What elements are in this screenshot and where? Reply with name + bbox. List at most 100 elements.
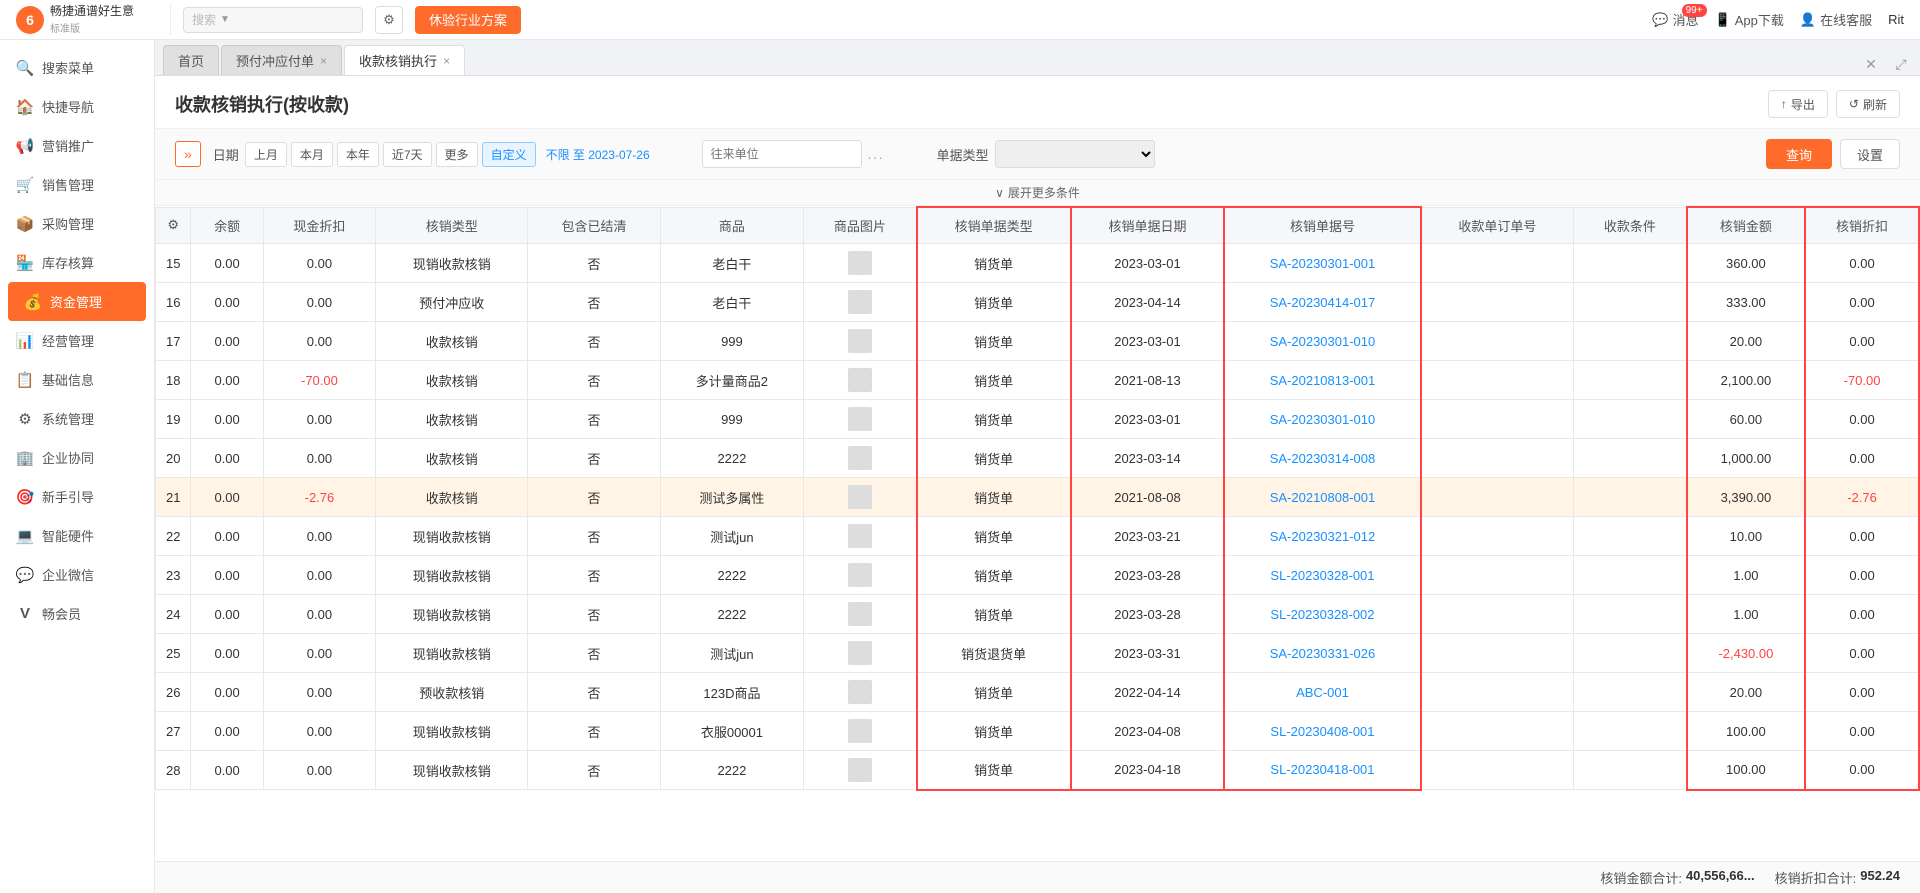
sidebar-label-enterprise: 企业协同 xyxy=(42,448,94,467)
sidebar-label-base: 基础信息 xyxy=(42,370,94,389)
sidebar-item-base[interactable]: 📋 基础信息 xyxy=(0,360,154,399)
user-name[interactable]: Rit xyxy=(1888,12,1904,27)
bill-no-link[interactable]: SL-20230328-002 xyxy=(1270,607,1374,622)
tab-writeoff-close[interactable]: × xyxy=(443,54,450,68)
date-btn-custom[interactable]: 自定义 xyxy=(482,142,536,167)
col-header-receipt-condition: 收款条件 xyxy=(1574,207,1687,244)
bill-no-link[interactable]: SA-20230301-010 xyxy=(1270,334,1376,349)
chevron-down-icon: ∨ xyxy=(995,186,1004,200)
bill-no-link[interactable]: SL-20230328-001 xyxy=(1270,568,1374,583)
sidebar-item-quicknav[interactable]: 🏠 快捷导航 xyxy=(0,87,154,126)
sidebar-item-finance[interactable]: 💰 资金管理 xyxy=(8,282,146,321)
date-btn-7days[interactable]: 近7天 xyxy=(383,142,432,167)
sidebar-item-operations[interactable]: 📊 经营管理 xyxy=(0,321,154,360)
bill-no-link[interactable]: SA-20230314-008 xyxy=(1270,451,1376,466)
bill-no-link[interactable]: SA-20230414-017 xyxy=(1270,295,1376,310)
tab-writeoff[interactable]: 收款核销执行 × xyxy=(344,45,465,75)
writeoff-discount-cell: 0.00 xyxy=(1805,439,1919,478)
bill-type-filter-section: 单据类型 xyxy=(936,140,1154,168)
sidebar-label-system: 系统管理 xyxy=(42,409,94,428)
bill-no-link[interactable]: SA-20230331-026 xyxy=(1270,646,1376,661)
sidebar-item-guide[interactable]: 🎯 新手引导 xyxy=(0,477,154,516)
table-row: 190.000.00收款核销否999销货单2023-03-01SA-202303… xyxy=(156,400,1920,439)
online-service-item[interactable]: 👤 在线客服 xyxy=(1800,10,1872,29)
counterpart-filter-section: ... xyxy=(702,140,885,168)
close-window-btn[interactable]: ✕ xyxy=(1860,53,1882,75)
settings-icon-btn[interactable]: ⚙ xyxy=(375,6,403,34)
table-row: 270.000.00现销收款核销否衣服00001销货单2023-04-08SL-… xyxy=(156,712,1920,751)
wechat-icon: 💬 xyxy=(16,566,34,584)
search-icon: 🔍 xyxy=(16,59,34,77)
bill-no-link[interactable]: ABC-001 xyxy=(1296,685,1349,700)
sidebar-label-wechat: 企业微信 xyxy=(42,565,94,584)
app-download-item[interactable]: 📱 App下载 xyxy=(1715,10,1784,29)
industry-solution-button[interactable]: 休验行业方案 xyxy=(415,6,521,34)
tab-prepay[interactable]: 预付冲应付单 × xyxy=(221,45,342,75)
writeoff-discount-cell: -2.76 xyxy=(1805,478,1919,517)
bill-no-link[interactable]: SL-20230418-001 xyxy=(1270,762,1374,777)
search-bar[interactable]: 搜索 ▼ xyxy=(183,7,363,33)
top-bar: 6 畅捷通谱好生意 标准版 搜索 ▼ ⚙ 休验行业方案 💬 消息 99+ 📱 A… xyxy=(0,0,1920,40)
bill-no-link[interactable]: SA-20210813-001 xyxy=(1270,373,1376,388)
total-discount-label: 核销折扣合计: xyxy=(1775,868,1857,887)
bill-no-link[interactable]: SL-20230408-001 xyxy=(1270,724,1374,739)
top-bar-right: 💬 消息 99+ 📱 App下载 👤 在线客服 Rit xyxy=(1652,10,1904,29)
bill-no-link[interactable]: SA-20230301-001 xyxy=(1270,256,1376,271)
col-header-include-settled: 包含已结清 xyxy=(528,207,660,244)
sidebar-item-system[interactable]: ⚙ 系统管理 xyxy=(0,399,154,438)
tab-prepay-close[interactable]: × xyxy=(320,54,327,68)
tab-writeoff-label: 收款核销执行 xyxy=(359,51,437,70)
total-discount-item: 核销折扣合计: 952.24 xyxy=(1775,868,1900,887)
filter-settings-button[interactable]: 设置 xyxy=(1840,139,1900,169)
refresh-button[interactable]: ↺ 刷新 xyxy=(1836,90,1900,118)
bill-no-link[interactable]: SA-20210808-001 xyxy=(1270,490,1376,505)
sidebar-item-enterprise[interactable]: 🏢 企业协同 xyxy=(0,438,154,477)
expand-more-button[interactable]: ∨ 展开更多条件 xyxy=(995,184,1080,201)
date-btn-last-month[interactable]: 上月 xyxy=(245,142,287,167)
date-btn-this-month[interactable]: 本月 xyxy=(291,142,333,167)
operations-icon: 📊 xyxy=(16,332,34,350)
refresh-icon: ↺ xyxy=(1849,97,1859,111)
writeoff-amount-cell: 20.00 xyxy=(1687,673,1805,712)
sidebar: 🔍 搜索菜单 🏠 快捷导航 📢 营销推广 🛒 销售管理 📦 采购管理 🏪 库存核… xyxy=(0,40,155,893)
col-header-goods: 商品 xyxy=(660,207,803,244)
table-row: 210.00-2.76收款核销否测试多属性销货单2021-08-08SA-202… xyxy=(156,478,1920,517)
date-btn-this-year[interactable]: 本年 xyxy=(337,142,379,167)
export-button[interactable]: ↑ 导出 xyxy=(1768,90,1828,118)
writeoff-amount-cell: -2,430.00 xyxy=(1687,634,1805,673)
sidebar-item-inventory[interactable]: 🏪 库存核算 xyxy=(0,243,154,282)
sidebar-item-search[interactable]: 🔍 搜索菜单 xyxy=(0,48,154,87)
counterpart-dots[interactable]: ... xyxy=(868,147,885,162)
date-btn-more[interactable]: 更多 xyxy=(436,142,478,167)
bill-type-select[interactable] xyxy=(995,140,1155,168)
table-row: 180.00-70.00收款核销否多计量商品2销货单2021-08-13SA-2… xyxy=(156,361,1920,400)
system-icon: ⚙ xyxy=(16,410,34,428)
sidebar-label-marketing: 营销推广 xyxy=(42,136,94,155)
sidebar-label-member: 畅会员 xyxy=(42,604,81,623)
tab-home[interactable]: 首页 xyxy=(163,45,219,75)
col-header-balance: 余额 xyxy=(191,207,263,244)
col-header-settings[interactable]: ⚙ xyxy=(156,207,191,244)
total-amount-label: 核销金额合计: xyxy=(1600,868,1682,887)
sidebar-item-marketing[interactable]: 📢 营销推广 xyxy=(0,126,154,165)
message-item[interactable]: 💬 消息 99+ xyxy=(1652,10,1698,29)
bill-no-link[interactable]: SA-20230321-012 xyxy=(1270,529,1376,544)
maximize-window-btn[interactable]: ⤢ xyxy=(1890,53,1912,75)
query-button[interactable]: 查询 xyxy=(1766,139,1832,169)
bill-no-link[interactable]: SA-20230301-010 xyxy=(1270,412,1376,427)
writeoff-discount-cell: 0.00 xyxy=(1805,283,1919,322)
writeoff-discount-cell: 0.00 xyxy=(1805,400,1919,439)
writeoff-amount-cell: 60.00 xyxy=(1687,400,1805,439)
expand-arrow-btn[interactable]: » xyxy=(175,141,201,167)
col-header-goods-img: 商品图片 xyxy=(804,207,917,244)
writeoff-discount-cell: 0.00 xyxy=(1805,634,1919,673)
sidebar-item-member[interactable]: V 畅会员 xyxy=(0,594,154,633)
sidebar-item-hardware[interactable]: 💻 智能硬件 xyxy=(0,516,154,555)
sidebar-item-sales[interactable]: 🛒 销售管理 xyxy=(0,165,154,204)
table-row: 170.000.00收款核销否999销货单2023-03-01SA-202303… xyxy=(156,322,1920,361)
counterpart-input[interactable] xyxy=(702,140,862,168)
col-header-bill-date: 核销单据日期 xyxy=(1071,207,1225,244)
sidebar-item-purchase[interactable]: 📦 采购管理 xyxy=(0,204,154,243)
writeoff-amount-cell: 1.00 xyxy=(1687,595,1805,634)
sidebar-item-wechat[interactable]: 💬 企业微信 xyxy=(0,555,154,594)
